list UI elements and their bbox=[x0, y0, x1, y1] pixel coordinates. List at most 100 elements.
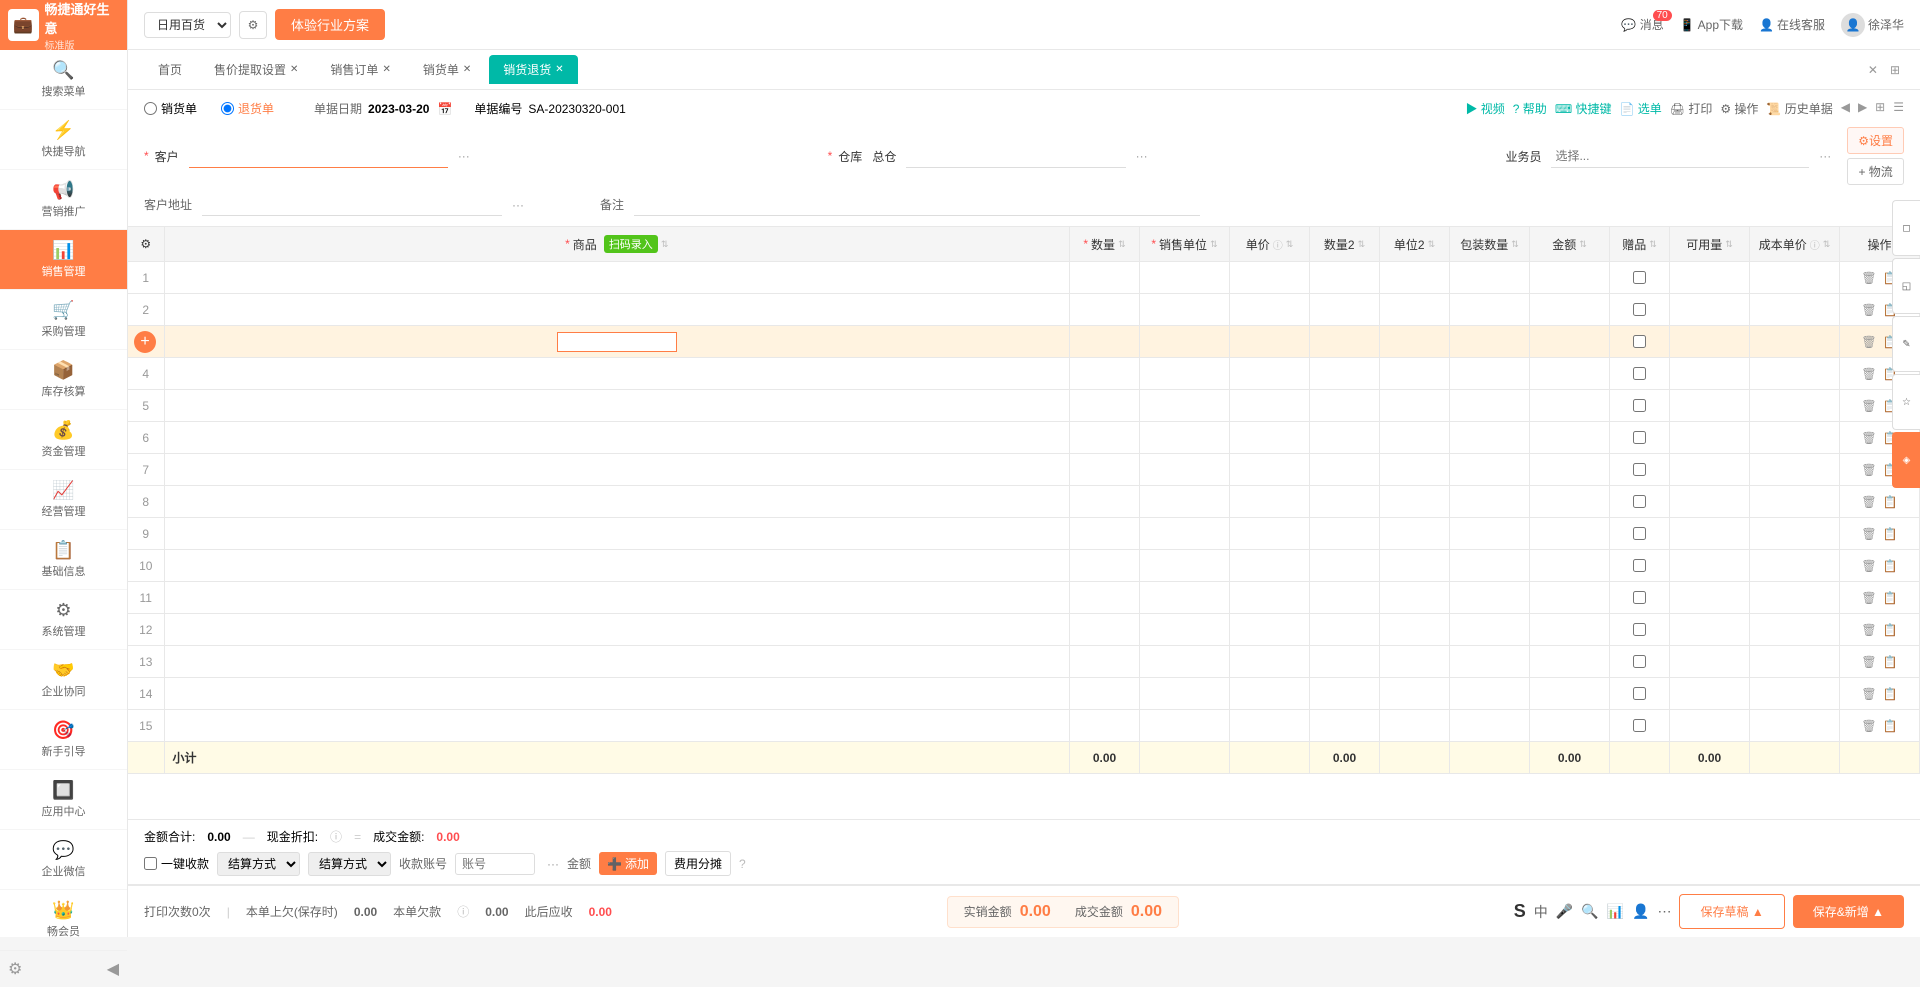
tab-sale-return[interactable]: 销货退货 ✕ bbox=[489, 55, 577, 84]
sidebar-item-quick-nav[interactable]: ⚡ 快捷导航 bbox=[0, 110, 127, 170]
copy-icon-15[interactable]: 📋 bbox=[1883, 719, 1898, 733]
sidebar-item-app-center[interactable]: 🔲 应用中心 bbox=[0, 770, 127, 830]
product-cell-4[interactable] bbox=[164, 358, 1070, 390]
price-cell-10[interactable] bbox=[1230, 550, 1310, 582]
table-row[interactable]: 8 🗑 📋 bbox=[128, 486, 1920, 518]
fenyou-btn[interactable]: 费用分摊 bbox=[665, 851, 731, 876]
help-btn[interactable]: ? 帮助 bbox=[1513, 100, 1547, 117]
table-row[interactable]: 15 🗑 📋 bbox=[128, 710, 1920, 742]
gift-cell-10[interactable] bbox=[1610, 550, 1670, 582]
gift-chk-6[interactable] bbox=[1633, 431, 1646, 444]
qty-cell-1[interactable] bbox=[1070, 262, 1140, 294]
amount-cell-7[interactable] bbox=[1530, 454, 1610, 486]
gift-chk-5[interactable] bbox=[1633, 399, 1646, 412]
pack-qty-cell-7[interactable] bbox=[1450, 454, 1530, 486]
delete-icon-11[interactable]: 🗑 bbox=[1861, 591, 1876, 605]
qty2-cell-2[interactable] bbox=[1310, 294, 1380, 326]
unit-cell-10[interactable] bbox=[1140, 550, 1230, 582]
gift-cell-7[interactable] bbox=[1610, 454, 1670, 486]
table-row[interactable]: 2 🗑 📋 bbox=[128, 294, 1920, 326]
delete-icon-6[interactable]: 🗑 bbox=[1861, 431, 1876, 445]
qty2-cell-12[interactable] bbox=[1310, 614, 1380, 646]
customer-input[interactable] bbox=[189, 145, 448, 168]
table-row[interactable]: 9 🗑 📋 bbox=[128, 518, 1920, 550]
qty-cell-4[interactable] bbox=[1070, 358, 1140, 390]
table-row[interactable]: + 🗑 📋 bbox=[128, 326, 1920, 358]
pack-qty-cell-1[interactable] bbox=[1450, 262, 1530, 294]
tab-home[interactable]: 首页 bbox=[144, 55, 196, 84]
delete-icon-1[interactable]: 🗑 bbox=[1861, 271, 1876, 285]
calendar-icon[interactable]: 📅 bbox=[437, 102, 452, 116]
table-row[interactable]: 7 🗑 📋 bbox=[128, 454, 1920, 486]
product-cell-12[interactable] bbox=[164, 614, 1070, 646]
product-cell-6[interactable] bbox=[164, 422, 1070, 454]
cost-cell-2[interactable] bbox=[1750, 294, 1840, 326]
table-row[interactable]: 14 🗑 📋 bbox=[128, 678, 1920, 710]
available-cell-11[interactable] bbox=[1670, 582, 1750, 614]
product-cell-7[interactable] bbox=[164, 454, 1070, 486]
available-cell-14[interactable] bbox=[1670, 678, 1750, 710]
remark-input[interactable] bbox=[634, 193, 1200, 216]
qty-cell-13[interactable] bbox=[1070, 646, 1140, 678]
sidebar-item-system[interactable]: ⚙ 系统管理 bbox=[0, 590, 127, 650]
price-cell-2[interactable] bbox=[1230, 294, 1310, 326]
unit-cell-5[interactable] bbox=[1140, 390, 1230, 422]
gift-chk-1[interactable] bbox=[1633, 271, 1646, 284]
unit-cell-13[interactable] bbox=[1140, 646, 1230, 678]
unit2-cell-1[interactable] bbox=[1380, 262, 1450, 294]
gift-chk-9[interactable] bbox=[1633, 527, 1646, 540]
unit2-cell-2[interactable] bbox=[1380, 294, 1450, 326]
gift-cell-1[interactable] bbox=[1610, 262, 1670, 294]
gift-chk-15[interactable] bbox=[1633, 719, 1646, 732]
gear-th-icon[interactable]: ⚙ bbox=[140, 237, 151, 251]
cash-discount-info-icon[interactable]: ⓘ bbox=[330, 828, 342, 845]
qty2-cell-1[interactable] bbox=[1310, 262, 1380, 294]
table-row[interactable]: 13 🗑 📋 bbox=[128, 646, 1920, 678]
qty2-cell-8[interactable] bbox=[1310, 486, 1380, 518]
amount-cell-3[interactable] bbox=[1530, 326, 1610, 358]
gift-chk-3[interactable] bbox=[1633, 335, 1646, 348]
account-more-icon[interactable]: ··· bbox=[547, 857, 559, 871]
unit2-cell-12[interactable] bbox=[1380, 614, 1450, 646]
tool1-icon[interactable]: 中 bbox=[1534, 902, 1548, 922]
amount-cell-11[interactable] bbox=[1530, 582, 1610, 614]
radio-sale[interactable] bbox=[144, 102, 157, 115]
cost-cell-14[interactable] bbox=[1750, 678, 1840, 710]
cost-cell-12[interactable] bbox=[1750, 614, 1840, 646]
qty-cell-2[interactable] bbox=[1070, 294, 1140, 326]
staff-input[interactable] bbox=[1551, 145, 1809, 168]
sidebar-item-purchase[interactable]: 🛒 采购管理 bbox=[0, 290, 127, 350]
gift-cell-8[interactable] bbox=[1610, 486, 1670, 518]
unit2-cell-7[interactable] bbox=[1380, 454, 1450, 486]
available-cell-7[interactable] bbox=[1670, 454, 1750, 486]
qty2-cell-9[interactable] bbox=[1310, 518, 1380, 550]
cost-cell-5[interactable] bbox=[1750, 390, 1840, 422]
cost-cell-9[interactable] bbox=[1750, 518, 1840, 550]
product-cell-10[interactable] bbox=[164, 550, 1070, 582]
user-profile[interactable]: 👤 徐泽华 bbox=[1841, 13, 1904, 37]
quick-btn-4[interactable]: ☆ bbox=[1892, 374, 1920, 430]
warehouse-input[interactable] bbox=[906, 145, 1125, 168]
pack-qty-cell-13[interactable] bbox=[1450, 646, 1530, 678]
available-cell-8[interactable] bbox=[1670, 486, 1750, 518]
sidebar-item-member[interactable]: 👑 畅会员 bbox=[0, 890, 127, 950]
gift-cell-4[interactable] bbox=[1610, 358, 1670, 390]
gift-chk-2[interactable] bbox=[1633, 303, 1646, 316]
qty2-cell-15[interactable] bbox=[1310, 710, 1380, 742]
tab-close-all-btn[interactable]: ✕ bbox=[1864, 63, 1882, 77]
pack-qty-cell-3[interactable] bbox=[1450, 326, 1530, 358]
product-cell-11[interactable] bbox=[164, 582, 1070, 614]
copy-icon-13[interactable]: 📋 bbox=[1883, 655, 1898, 669]
tool3-icon[interactable]: 🔍 bbox=[1581, 903, 1598, 920]
tool5-icon[interactable]: 👤 bbox=[1632, 903, 1649, 920]
unit2-cell-15[interactable] bbox=[1380, 710, 1450, 742]
delete-icon-15[interactable]: 🗑 bbox=[1861, 719, 1876, 733]
unit-cell-3[interactable] bbox=[1140, 326, 1230, 358]
sidebar-item-operation[interactable]: 📈 经营管理 bbox=[0, 470, 127, 530]
unit-cell-15[interactable] bbox=[1140, 710, 1230, 742]
price-cell-13[interactable] bbox=[1230, 646, 1310, 678]
tab-close-sale-return[interactable]: ✕ bbox=[555, 64, 563, 75]
pack-qty-cell-2[interactable] bbox=[1450, 294, 1530, 326]
table-row[interactable]: 4 🗑 📋 bbox=[128, 358, 1920, 390]
gift-cell-2[interactable] bbox=[1610, 294, 1670, 326]
